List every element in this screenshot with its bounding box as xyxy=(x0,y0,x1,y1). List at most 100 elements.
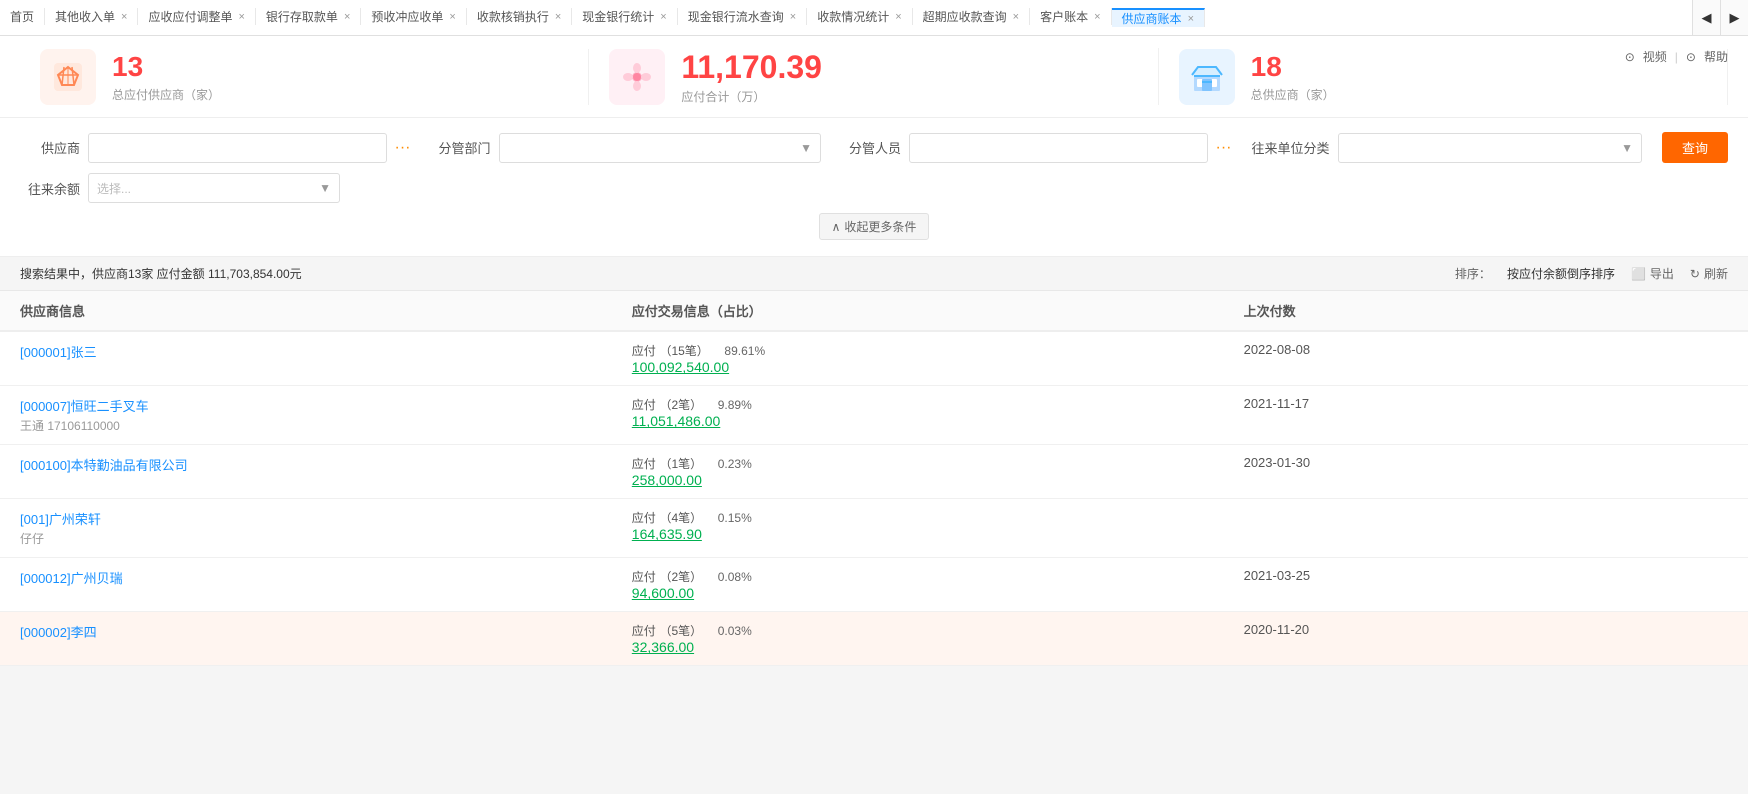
lastpay-cell: 2020-11-20 xyxy=(1224,612,1748,666)
nav-tab-2-close[interactable]: × xyxy=(238,11,244,23)
nav-tab-7-close[interactable]: × xyxy=(790,11,796,23)
balance-select[interactable]: 选择... ▼ xyxy=(88,173,340,203)
video-icon: ⊙ xyxy=(1625,50,1635,64)
table-row: [000007]恒旺二手叉车王通 17106110000 应付 （2笔） 9.8… xyxy=(0,386,1748,445)
tx-label: 应付 xyxy=(632,344,656,358)
transaction-cell: 应付 （4笔） 0.15% 164,635.90 xyxy=(612,499,1224,558)
supplier-link[interactable]: [000012]广州贝瑞 xyxy=(20,571,123,586)
tx-amount-row: 164,635.90 xyxy=(632,526,1204,542)
tx-percent: 0.15% xyxy=(718,511,752,525)
nav-tab-11-close[interactable]: × xyxy=(1188,13,1194,25)
nav-tab-3-close[interactable]: × xyxy=(344,11,350,23)
supplier-cell: [000002]李四 xyxy=(0,612,612,666)
transaction-cell: 应付 （5笔） 0.03% 32,366.00 xyxy=(612,612,1224,666)
search-button[interactable]: 查询 xyxy=(1662,132,1728,163)
help-link[interactable]: 帮助 xyxy=(1704,48,1728,65)
filter-row-2: 往来余额 选择... ▼ xyxy=(20,173,1728,203)
supplier-table: 供应商信息 应付交易信息（占比） 上次付数 [000001]张三 应付 （15笔… xyxy=(0,291,1748,666)
nav-tab-6-close[interactable]: × xyxy=(660,11,666,23)
tx-amount[interactable]: 100,092,540.00 xyxy=(632,359,729,375)
tx-info: 应付 （5笔） 0.03% xyxy=(632,622,1204,639)
nav-tab-2-label: 应收应付调整单 xyxy=(148,8,232,25)
dept-arrow-icon: ▼ xyxy=(800,141,812,155)
video-link[interactable]: 视频 xyxy=(1643,48,1667,65)
nav-tab-1-close[interactable]: × xyxy=(121,11,127,23)
stat-number-1: 13 xyxy=(112,50,568,84)
nav-tab-8[interactable]: 收款情况统计 × xyxy=(807,8,912,25)
tx-amount-row: 100,092,540.00 xyxy=(632,359,1204,375)
tx-label: 应付 xyxy=(632,457,656,471)
supplier-cell: [001]广州荣轩仔仔 xyxy=(0,499,612,558)
supplier-cell: [000012]广州贝瑞 xyxy=(0,558,612,612)
tx-info: 应付 （15笔） 89.61% xyxy=(632,342,1204,359)
nav-next-arrow[interactable]: ▶ xyxy=(1720,0,1748,36)
nav-tab-6[interactable]: 现金银行统计 × xyxy=(572,8,677,25)
tx-amount[interactable]: 11,051,486.00 xyxy=(632,413,721,429)
col-header-transaction: 应付交易信息（占比） xyxy=(612,291,1224,331)
filter-supplier: 供应商 ··· xyxy=(20,133,411,163)
result-info: 搜索结果中，供应商13家 应付金额 111,703,854.00元 xyxy=(20,265,302,282)
nav-tab-7[interactable]: 现金银行流水查询 × xyxy=(678,8,807,25)
nav-tab-4-close[interactable]: × xyxy=(449,11,455,23)
sort-value[interactable]: 按应付余额倒序排序 xyxy=(1507,265,1615,282)
supplier-link[interactable]: [001]广州荣轩 xyxy=(20,512,101,527)
tx-amount-row: 258,000.00 xyxy=(632,472,1204,488)
tx-percent: 0.03% xyxy=(718,624,752,638)
nav-tab-9-close[interactable]: × xyxy=(1013,11,1019,23)
filter-person: 分管人员 ··· xyxy=(841,133,1232,163)
supplier-dots[interactable]: ··· xyxy=(395,139,411,157)
nav-tab-8-close[interactable]: × xyxy=(895,11,901,23)
nav-tab-2[interactable]: 应收应付调整单 × xyxy=(138,8,255,25)
nav-tab-3-label: 银行存取款单 xyxy=(266,8,338,25)
person-dots[interactable]: ··· xyxy=(1216,139,1232,157)
person-input[interactable] xyxy=(909,133,1208,163)
export-button[interactable]: ⬜ 导出 xyxy=(1631,265,1674,282)
stat-block-amount: 11,170.39 应付合计（万） xyxy=(589,48,1158,105)
nav-tab-10-close[interactable]: × xyxy=(1094,11,1100,23)
lastpay-cell: 2022-08-08 xyxy=(1224,331,1748,386)
supplier-link[interactable]: [000100]本特勤油品有限公司 xyxy=(20,458,188,473)
tx-amount[interactable]: 94,600.00 xyxy=(632,585,694,601)
nav-tab-5[interactable]: 收款核销执行 × xyxy=(467,8,572,25)
lastpay-date: 2022-08-08 xyxy=(1244,342,1311,357)
tx-label: 应付 xyxy=(632,511,656,525)
tx-label: 应付 xyxy=(632,570,656,584)
help-icon: ⊙ xyxy=(1686,50,1696,64)
person-label: 分管人员 xyxy=(841,138,901,157)
lastpay-cell: 2021-03-25 xyxy=(1224,558,1748,612)
unit-label: 往来单位分类 xyxy=(1252,138,1330,157)
tx-amount[interactable]: 164,635.90 xyxy=(632,526,702,542)
dept-select[interactable]: ▼ xyxy=(499,133,822,163)
tx-percent: 0.08% xyxy=(718,570,752,584)
collapse-button[interactable]: ∧ 收起更多条件 xyxy=(819,213,930,240)
refresh-button[interactable]: ↻ 刷新 xyxy=(1690,265,1728,282)
tx-amount[interactable]: 32,366.00 xyxy=(632,639,694,655)
nav-tab-9[interactable]: 超期应收款查询 × xyxy=(913,8,1030,25)
tx-percent: 9.89% xyxy=(718,398,752,412)
lastpay-cell: 2023-01-30 xyxy=(1224,445,1748,499)
nav-tab-5-close[interactable]: × xyxy=(555,11,561,23)
supplier-cell: [000007]恒旺二手叉车王通 17106110000 xyxy=(0,386,612,445)
table-header-row: 供应商信息 应付交易信息（占比） 上次付数 xyxy=(0,291,1748,331)
supplier-cell: [000001]张三 xyxy=(0,331,612,386)
nav-tab-1[interactable]: 其他收入单 × xyxy=(45,8,138,25)
nav-tab-home[interactable]: 首页 xyxy=(0,8,45,25)
supplier-link[interactable]: [000002]李四 xyxy=(20,625,97,640)
supplier-cell: [000100]本特勤油品有限公司 xyxy=(0,445,612,499)
stat-block-suppliers: 13 总应付供应商（家） xyxy=(20,49,589,105)
nav-prev-arrow[interactable]: ◀ xyxy=(1692,0,1720,36)
nav-tab-home-label: 首页 xyxy=(10,8,34,25)
export-label: 导出 xyxy=(1650,265,1674,282)
tx-amount[interactable]: 258,000.00 xyxy=(632,472,702,488)
nav-tab-3[interactable]: 银行存取款单 × xyxy=(256,8,361,25)
supplier-link[interactable]: [000007]恒旺二手叉车 xyxy=(20,399,149,414)
nav-tab-4[interactable]: 预收冲应收单 × xyxy=(361,8,466,25)
supplier-link[interactable]: [000001]张三 xyxy=(20,345,97,360)
nav-tab-11[interactable]: 供应商账本 × xyxy=(1112,8,1205,27)
refresh-label: 刷新 xyxy=(1704,265,1728,282)
nav-tab-10[interactable]: 客户账本 × xyxy=(1030,8,1111,25)
unit-select[interactable]: ▼ xyxy=(1338,133,1642,163)
tx-count: （4笔） xyxy=(659,511,702,525)
supplier-input[interactable] xyxy=(88,133,387,163)
nav-tabs-wrapper: 首页 其他收入单 × 应收应付调整单 × 银行存取款单 × 预收冲应收单 × 收… xyxy=(0,8,1692,27)
